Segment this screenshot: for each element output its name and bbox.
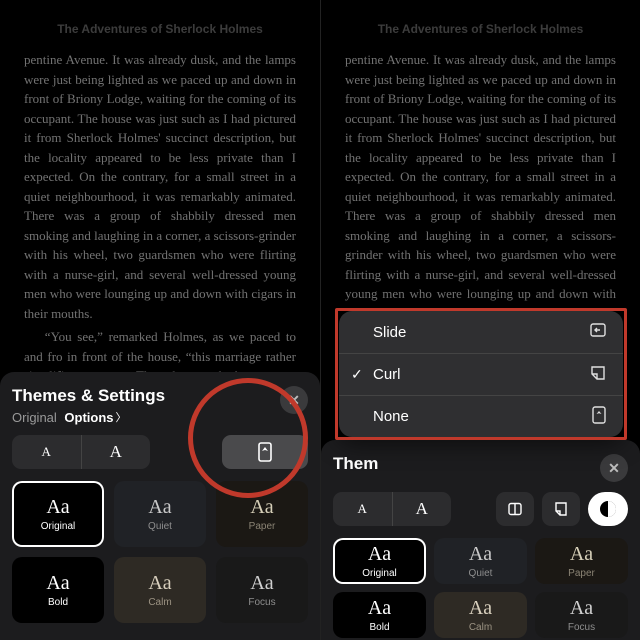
menu-item-label: None — [373, 408, 409, 425]
theme-tile-quiet[interactable]: Aa Quiet — [434, 538, 527, 584]
theme-sample: Aa — [46, 497, 69, 517]
options-link-label: Options — [64, 410, 113, 425]
theme-sample: Aa — [368, 598, 391, 618]
theme-tile-calm[interactable]: Aa Calm — [434, 592, 527, 638]
theme-tile-calm[interactable]: Aa Calm — [114, 557, 206, 623]
current-theme-name: Original — [12, 410, 57, 425]
close-icon: ✕ — [608, 460, 620, 477]
theme-tile-paper[interactable]: Aa Paper — [216, 481, 308, 547]
page-style-slide-button[interactable] — [496, 492, 534, 526]
font-size-increase[interactable]: A — [392, 492, 452, 526]
menu-item-slide[interactable]: Slide — [339, 311, 623, 353]
theme-label: Original — [362, 568, 396, 579]
page-style-curl-button[interactable] — [542, 492, 580, 526]
slide-icon — [589, 321, 607, 343]
theme-sample: Aa — [148, 497, 171, 517]
font-size-segmented: A A — [12, 435, 150, 469]
menu-item-none[interactable]: None — [339, 395, 623, 437]
theme-tile-bold[interactable]: Aa Bold — [12, 557, 104, 623]
font-size-decrease[interactable]: A — [333, 492, 392, 526]
theme-sample: Aa — [148, 573, 171, 593]
theme-sample: Aa — [469, 598, 492, 618]
theme-tile-focus[interactable]: Aa Focus — [216, 557, 308, 623]
theme-label: Paper — [568, 568, 595, 579]
page-turn-menu: Slide ✓ Curl None — [339, 311, 623, 437]
theme-label: Original — [41, 521, 75, 532]
contrast-icon — [598, 499, 618, 519]
menu-item-label: Curl — [373, 366, 401, 383]
checkmark-icon: ✓ — [351, 366, 363, 383]
themes-settings-sheet: Them ✕ A A AaOrigin — [321, 440, 640, 640]
theme-label: Bold — [48, 597, 68, 608]
theme-sample: Aa — [250, 497, 273, 517]
themes-settings-sheet: Themes & Settings Original Options 〉 ✕ A… — [0, 372, 320, 640]
font-size-segmented: A A — [333, 492, 451, 526]
theme-label: Quiet — [469, 568, 493, 579]
theme-tile-original[interactable]: Aa Original — [333, 538, 426, 584]
theme-label: Bold — [369, 622, 389, 633]
theme-label: Focus — [248, 597, 275, 608]
theme-tile-focus[interactable]: Aa Focus — [535, 592, 628, 638]
theme-sample: Aa — [570, 544, 593, 564]
right-screenshot: The Adventures of Sherlock Holmes pentin… — [320, 0, 640, 640]
sheet-title-truncated: Them — [333, 454, 378, 474]
curl-icon — [589, 364, 607, 386]
curl-icon — [553, 501, 569, 517]
theme-label: Focus — [568, 622, 595, 633]
menu-item-curl[interactable]: ✓ Curl — [339, 353, 623, 395]
theme-label: Paper — [249, 521, 276, 532]
font-size-decrease[interactable]: A — [12, 435, 81, 469]
page-turn-style-button[interactable] — [222, 435, 308, 469]
none-scroll-icon — [591, 405, 607, 429]
sheet-title: Themes & Settings — [12, 386, 165, 406]
theme-grid-right: Aa Original Aa Quiet Aa Paper Aa Bold Aa Calm Aa Fo… — [333, 538, 628, 638]
theme-tile-original[interactable]: Aa Original — [12, 481, 104, 547]
scroll-icon — [256, 441, 274, 463]
contrast-toggle[interactable] — [588, 492, 628, 526]
theme-tile-paper[interactable]: Aa Paper — [535, 538, 628, 584]
menu-item-label: Slide — [373, 324, 406, 341]
sheet-subtitle[interactable]: Original Options 〉 — [12, 409, 165, 425]
theme-label: Quiet — [148, 521, 172, 532]
theme-sample: Aa — [250, 573, 273, 593]
close-button[interactable]: ✕ — [280, 386, 308, 414]
theme-tile-quiet[interactable]: Aa Quiet — [114, 481, 206, 547]
theme-sample: Aa — [46, 573, 69, 593]
close-button[interactable]: ✕ — [600, 454, 628, 482]
theme-sample: Aa — [570, 598, 593, 618]
slide-icon — [507, 501, 523, 517]
theme-label: Calm — [148, 597, 171, 608]
chevron-right-icon: 〉 — [116, 409, 127, 425]
theme-tile-bold[interactable]: Aa Bold — [333, 592, 426, 638]
close-icon: ✕ — [288, 392, 300, 409]
theme-sample: Aa — [469, 544, 492, 564]
left-screenshot: The Adventures of Sherlock Holmes pentin… — [0, 0, 320, 640]
theme-label: Calm — [469, 622, 492, 633]
theme-sample: Aa — [368, 544, 391, 564]
theme-grid-left: Aa Original Aa Quiet Aa Paper Aa Bold Aa Calm Aa Fo… — [12, 481, 308, 623]
font-size-increase[interactable]: A — [81, 435, 151, 469]
